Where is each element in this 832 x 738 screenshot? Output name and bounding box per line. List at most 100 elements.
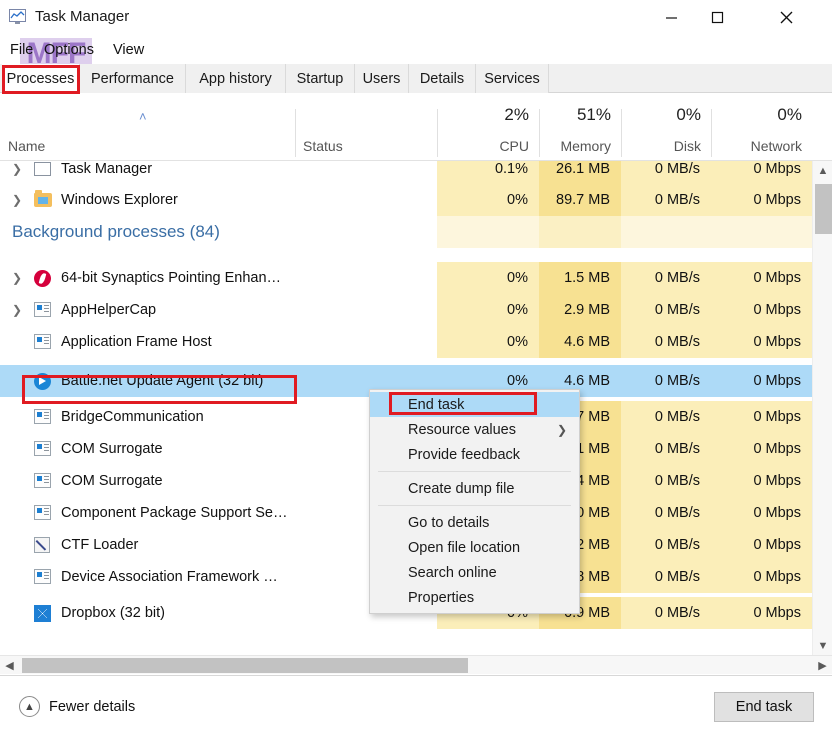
context-menu[interactable]: End taskResource values❯ Provide feedback…: [369, 389, 580, 614]
taskmgr-icon: [34, 161, 52, 178]
process-name: Task Manager: [61, 161, 152, 177]
synaptics-icon: [34, 269, 52, 287]
scroll-down-icon[interactable]: ▼: [813, 636, 832, 655]
battlenet-icon: [34, 372, 52, 390]
fewer-details-button[interactable]: ▲ Fewer details: [19, 696, 135, 717]
network-cell: 0 Mbps: [711, 401, 812, 433]
expand-chevron-icon[interactable]: ❯: [8, 162, 26, 176]
tab-users[interactable]: Users: [355, 64, 409, 93]
table-row[interactable]: ❯Application Frame Host0%4.6 MB0 MB/s0 M…: [0, 326, 812, 358]
memory-cell: 26.1 MB: [539, 161, 621, 185]
disk-cell: 0 MB/s: [621, 433, 711, 465]
tab-app-history[interactable]: App history: [186, 64, 286, 93]
disk-usage-percent: 0%: [621, 105, 701, 125]
column-divider[interactable]: [295, 109, 296, 157]
memory-cell: 1.5 MB: [539, 262, 621, 294]
expand-chevron-icon[interactable]: ❯: [8, 193, 26, 207]
context-menu-item-label: Create dump file: [408, 481, 514, 497]
vertical-scroll-thumb[interactable]: [815, 184, 832, 234]
network-cell: 0 Mbps: [711, 365, 812, 397]
dropbox-icon: [34, 604, 52, 622]
process-name: Battle.net Update Agent (32 bit): [61, 373, 263, 389]
scroll-right-icon[interactable]: ▶: [813, 656, 832, 675]
table-header: ˄ Name Status 2% CPU 51% Memory 0% Disk …: [0, 93, 832, 161]
end-task-button[interactable]: End task: [714, 692, 814, 722]
context-menu-item-open-file-location[interactable]: Open file location: [370, 535, 579, 560]
folder-icon: [34, 191, 52, 209]
column-header-status[interactable]: Status: [303, 138, 343, 154]
status-cell: [295, 184, 437, 216]
network-cell: 0 Mbps: [711, 294, 812, 326]
table-row[interactable]: ❯AppHelperCap0%2.9 MB0 MB/s0 Mbps: [0, 294, 812, 326]
process-name: Device Association Framework …: [61, 569, 278, 585]
network-cell: 0 Mbps: [711, 326, 812, 358]
title-bar: Task Manager: [0, 0, 832, 38]
disk-cell: 0 MB/s: [621, 529, 711, 561]
context-menu-item-go-to-details[interactable]: Go to details: [370, 510, 579, 535]
memory-cell: 4.6 MB: [539, 326, 621, 358]
table-row[interactable]: ❯Windows Explorer0%89.7 MB0 MB/s0 Mbps: [0, 184, 812, 216]
cpu-cell: [437, 216, 539, 248]
column-header-name[interactable]: Name: [8, 138, 45, 154]
context-menu-item-properties[interactable]: Properties: [370, 585, 579, 610]
menu-item-file[interactable]: File: [6, 41, 37, 59]
minimize-button[interactable]: [648, 0, 694, 34]
footer-bar: ▲ Fewer details End task: [0, 675, 832, 738]
column-header-disk[interactable]: Disk: [621, 138, 701, 154]
menu-item-options[interactable]: Options: [40, 41, 98, 59]
scroll-left-icon[interactable]: ◀: [0, 656, 19, 675]
expand-chevron-icon[interactable]: ❯: [8, 303, 26, 317]
menu-item-view[interactable]: View: [109, 41, 148, 59]
network-cell: 0 Mbps: [711, 465, 812, 497]
column-header-network[interactable]: Network: [711, 138, 802, 154]
status-cell: [295, 216, 437, 248]
process-group-header[interactable]: Background processes (84): [0, 216, 812, 248]
tab-processes[interactable]: Processes: [2, 64, 80, 93]
memory-cell: [539, 216, 621, 248]
generic-icon: [34, 333, 52, 351]
fewer-details-label: Fewer details: [49, 699, 135, 715]
process-name: COM Surrogate: [61, 473, 163, 489]
maximize-button[interactable]: [694, 0, 740, 34]
disk-cell: 0 MB/s: [621, 326, 711, 358]
tab-services[interactable]: Services: [476, 64, 549, 93]
expand-chevron-icon[interactable]: ❯: [8, 271, 26, 285]
context-menu-item-end-task[interactable]: End task: [370, 392, 579, 417]
table-row[interactable]: ❯64-bit Synaptics Pointing Enhan…0%1.5 M…: [0, 262, 812, 294]
memory-cell: 89.7 MB: [539, 184, 621, 216]
cpu-cell: 0%: [437, 294, 539, 326]
scroll-up-icon[interactable]: ▲: [813, 161, 832, 180]
network-cell: 0 Mbps: [711, 497, 812, 529]
menu-separator: [378, 505, 571, 506]
memory-usage-percent: 51%: [539, 105, 611, 125]
network-usage-percent: 0%: [711, 105, 802, 125]
status-cell: [295, 326, 437, 358]
table-row[interactable]: ❯Task Manager0.1%26.1 MB0 MB/s0 Mbps: [0, 161, 812, 185]
network-cell: 0 Mbps: [711, 561, 812, 593]
task-manager-icon: [9, 9, 28, 26]
disk-cell: 0 MB/s: [621, 497, 711, 529]
context-menu-item-provide-feedback[interactable]: Provide feedback: [370, 442, 579, 467]
context-menu-item-resource-values[interactable]: Resource values❯: [370, 417, 579, 442]
status-cell: [295, 161, 437, 185]
disk-cell: [621, 216, 711, 248]
tab-details[interactable]: Details: [409, 64, 476, 93]
tab-startup[interactable]: Startup: [286, 64, 355, 93]
column-header-memory[interactable]: Memory: [539, 138, 611, 154]
context-menu-item-label: Provide feedback: [408, 447, 520, 463]
ctf-icon: [34, 536, 52, 554]
horizontal-scrollbar[interactable]: ◀ ▶: [0, 655, 832, 674]
context-menu-item-label: Search online: [408, 565, 497, 581]
horizontal-scroll-thumb[interactable]: [22, 658, 468, 673]
network-cell: 0 Mbps: [711, 597, 812, 629]
close-button[interactable]: [763, 0, 809, 34]
menu-separator: [378, 471, 571, 472]
generic-icon: [34, 568, 52, 586]
context-menu-item-create-dump-file[interactable]: Create dump file: [370, 476, 579, 501]
context-menu-item-search-online[interactable]: Search online: [370, 560, 579, 585]
menu-bar: File Options View: [0, 38, 832, 63]
column-header-cpu[interactable]: CPU: [437, 138, 529, 154]
tab-performance[interactable]: Performance: [80, 64, 186, 93]
process-name: AppHelperCap: [61, 302, 156, 318]
vertical-scrollbar[interactable]: ▲ ▼: [812, 161, 832, 655]
